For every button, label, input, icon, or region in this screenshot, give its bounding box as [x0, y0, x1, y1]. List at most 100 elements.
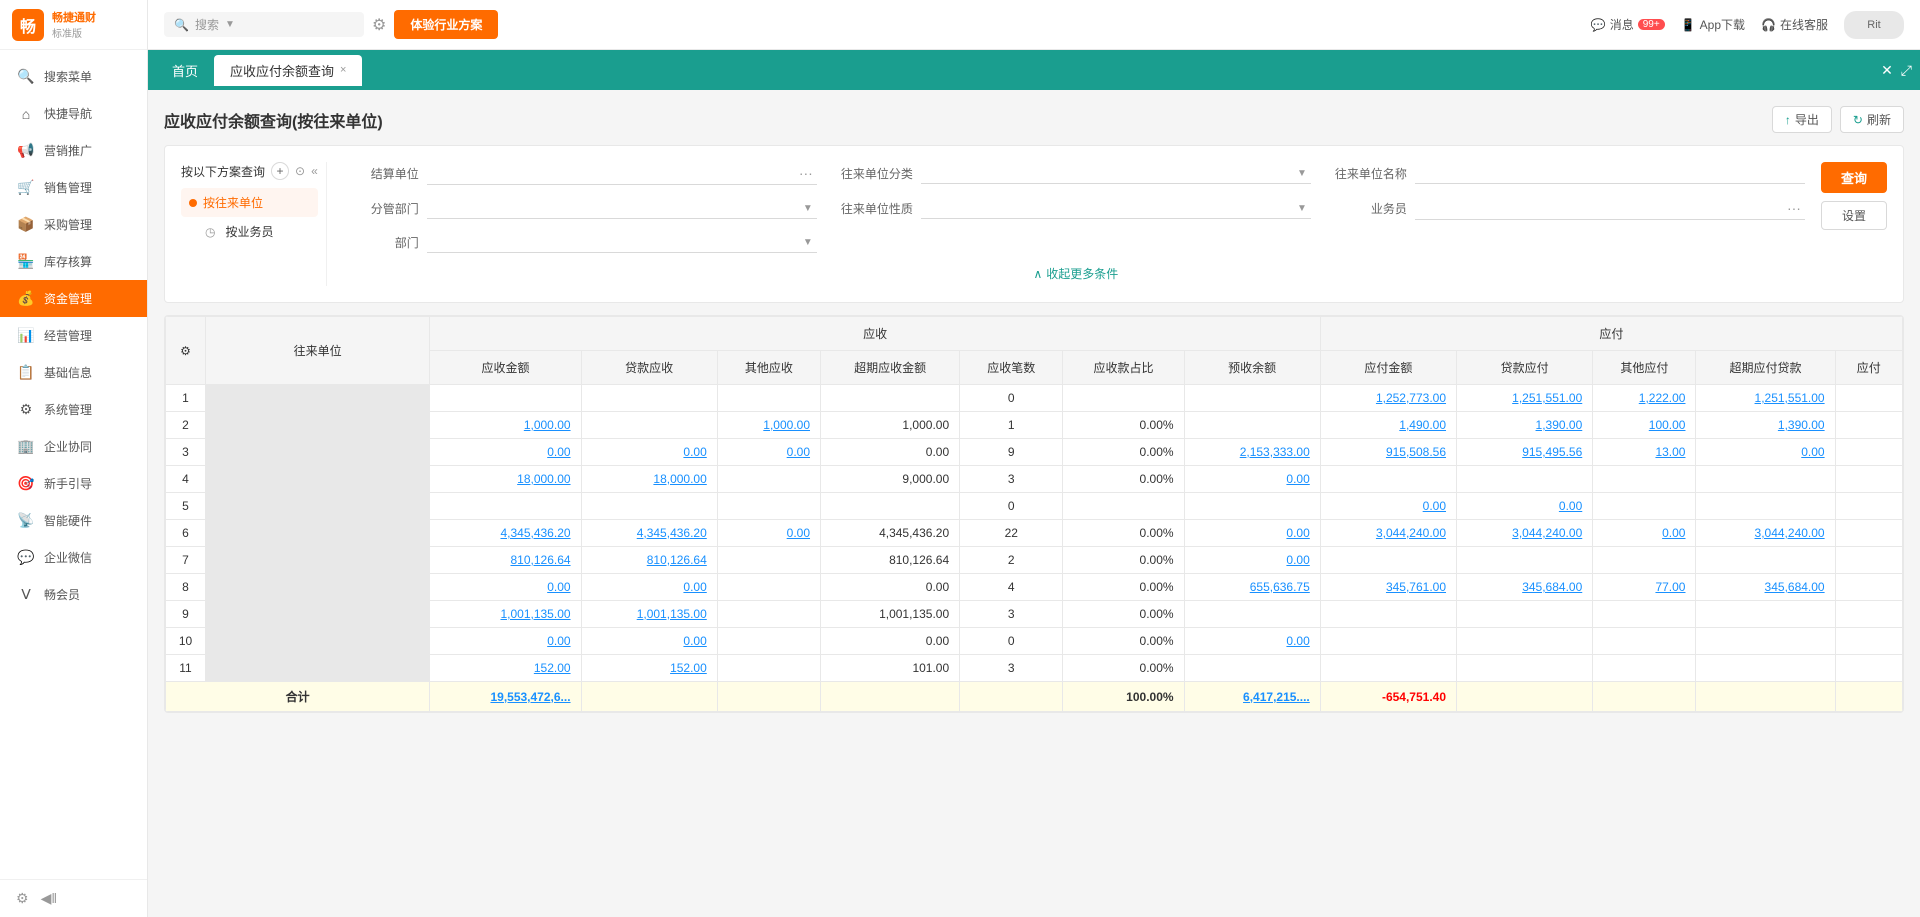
tab-home[interactable]: 首页 — [156, 55, 214, 86]
add-filter-button[interactable]: + — [271, 162, 289, 180]
filter-area-wrapper: 按以下方案查询 + ⊙ « 按往来单位 ◷ 按业务员 — [164, 145, 1904, 303]
settlement-unit-input[interactable] — [431, 166, 795, 180]
refresh-icon: ↻ — [1853, 113, 1863, 127]
sidebar-item-purchase[interactable]: 📦 采购管理 — [0, 206, 147, 243]
sidebar-item-label: 企业微信 — [44, 549, 92, 566]
app-download-item[interactable]: 📱 App下载 — [1681, 16, 1745, 33]
sidebar-item-inventory[interactable]: 🏪 库存核算 — [0, 243, 147, 280]
table-row: 418,000.0018,000.009,000.0030.00%0.00 — [166, 466, 1903, 493]
th-settings-gear[interactable]: ⚙ — [166, 317, 206, 385]
logo-text: 畅捷通财 标准版 — [52, 9, 96, 40]
settlement-unit-control: ··· — [427, 162, 817, 185]
partner-nature-input[interactable] — [925, 201, 1293, 215]
tab-current-label: 应收应付余额查询 — [230, 61, 334, 80]
footer-ar-prepaid[interactable]: 6,417,215.... — [1184, 682, 1320, 712]
settlement-unit-dots[interactable]: ··· — [799, 165, 813, 181]
collapse-more-button[interactable]: ∧ 收起更多条件 — [1025, 261, 1126, 286]
cell-partner — [206, 655, 430, 682]
app-download-label: App下载 — [1700, 16, 1745, 33]
dept-manage-arrow[interactable]: ▼ — [803, 203, 813, 214]
sidebar-item-hardware[interactable]: 📡 智能硬件 — [0, 502, 147, 539]
logo-icon: 畅 — [12, 9, 44, 41]
partner-name-field: 往来单位名称 — [1335, 162, 1805, 185]
chevron-down-icon: ▼ — [225, 19, 235, 30]
table-row: 100.000.000.0000.00%0.00 — [166, 628, 1903, 655]
header-settings-icon[interactable]: ⚙ — [372, 15, 386, 35]
partner-nature-arrow[interactable]: ▼ — [1297, 203, 1307, 214]
cell-partner — [206, 547, 430, 574]
purchase-icon: 📦 — [16, 216, 36, 233]
corp-icon: 🏢 — [16, 438, 36, 455]
sidebar-item-label: 基础信息 — [44, 364, 92, 381]
sidebar-item-label: 系统管理 — [44, 401, 92, 418]
cell-partner — [206, 439, 430, 466]
trial-button[interactable]: 体验行业方案 — [394, 10, 498, 39]
th-payable-group: 应付 — [1320, 317, 1902, 351]
cell-partner — [206, 412, 430, 439]
department-arrow[interactable]: ▼ — [803, 237, 813, 248]
window-expand-icon[interactable]: ⤢ — [1901, 62, 1912, 79]
header: 🔍 搜索 ▼ ⚙ 体验行业方案 💬 消息 99+ 📱 App下载 🎧 在线客服 … — [148, 0, 1920, 50]
online-service-item[interactable]: 🎧 在线客服 — [1761, 16, 1828, 33]
dept-manage-input[interactable] — [431, 201, 799, 215]
search-placeholder: 搜索 — [195, 16, 219, 33]
collapse-sidebar-icon[interactable]: ◀‖ — [41, 890, 58, 907]
header-search-area[interactable]: 🔍 搜索 ▼ — [164, 12, 364, 37]
department-input[interactable] — [431, 235, 799, 249]
tab-close-icon[interactable]: × — [340, 64, 346, 76]
hardware-icon: 📡 — [16, 512, 36, 529]
refresh-button[interactable]: ↻ 刷新 — [1840, 106, 1904, 133]
table-row: 64,345,436.204,345,436.200.004,345,436.2… — [166, 520, 1903, 547]
table-row: 21,000.001,000.001,000.0010.00%1,490.001… — [166, 412, 1903, 439]
th-ar-ratio: 应收款占比 — [1063, 351, 1184, 385]
partner-category-arrow[interactable]: ▼ — [1297, 168, 1307, 179]
tabs-right-actions: ✕ ⤢ — [1881, 62, 1912, 79]
settings-button[interactable]: 设置 — [1821, 201, 1887, 230]
salesman-dots[interactable]: ··· — [1787, 200, 1801, 216]
sidebar-item-finance[interactable]: 💰 资金管理 — [0, 280, 147, 317]
sidebar-item-search[interactable]: 🔍 搜索菜单 — [0, 58, 147, 95]
scheme-sidebar: 按以下方案查询 + ⊙ « 按往来单位 ◷ 按业务员 — [181, 162, 327, 286]
th-ar-prepaid: 预收余额 — [1184, 351, 1320, 385]
salesman-input[interactable] — [1419, 201, 1783, 215]
sidebar: 畅 畅捷通财 标准版 🔍 搜索菜单 ⌂ 快捷导航 📢 营销推广 🛒 销售管理 📦… — [0, 0, 148, 917]
sidebar-item-member[interactable]: Ⅴ 畅会员 — [0, 576, 147, 613]
sidebar-item-quicknav[interactable]: ⌂ 快捷导航 — [0, 95, 147, 132]
filter-title: 按以下方案查询 — [181, 163, 265, 180]
sidebar-item-wechat[interactable]: 💬 企业微信 — [0, 539, 147, 576]
logo-area: 畅 畅捷通财 标准版 — [0, 0, 147, 50]
wechat-icon: 💬 — [16, 549, 36, 566]
tab-current[interactable]: 应收应付余额查询 × — [214, 55, 362, 86]
footer-ar-overdue — [821, 682, 960, 712]
sidebar-item-label: 畅会员 — [44, 586, 80, 603]
sidebar-item-operation[interactable]: 📊 经营管理 — [0, 317, 147, 354]
scheme-item-partner[interactable]: 按往来单位 — [181, 188, 318, 217]
sidebar-item-guide[interactable]: 🎯 新手引导 — [0, 465, 147, 502]
scheme-item-salesman[interactable]: ◷ 按业务员 — [181, 217, 318, 246]
partner-name-input[interactable] — [1419, 166, 1801, 180]
export-button[interactable]: ↑ 导出 — [1772, 106, 1832, 133]
th-ap-other: 其他应付 — [1593, 351, 1696, 385]
partner-category-input[interactable] — [925, 166, 1293, 180]
sidebar-item-sales[interactable]: 🛒 销售管理 — [0, 169, 147, 206]
sidebar-item-marketing[interactable]: 📢 营销推广 — [0, 132, 147, 169]
sidebar-item-basic[interactable]: 📋 基础信息 — [0, 354, 147, 391]
user-avatar[interactable]: Rit — [1844, 11, 1904, 39]
query-button[interactable]: 查询 — [1821, 162, 1887, 193]
settings-footer-icon[interactable]: ⚙ — [16, 890, 29, 907]
window-close-icon[interactable]: ✕ — [1881, 62, 1893, 79]
basic-icon: 📋 — [16, 364, 36, 381]
edit-filter-icon[interactable]: ⊙ — [295, 164, 305, 178]
collapse-filter-icon[interactable]: « — [311, 164, 318, 178]
partner-nature-label: 往来单位性质 — [841, 200, 921, 217]
th-ap-overdue: 超期应付贷款 — [1696, 351, 1835, 385]
footer-ar-amount[interactable]: 19,553,472,6... — [430, 682, 581, 712]
search-icon: 🔍 — [174, 18, 189, 32]
table-row: 91,001,135.001,001,135.001,001,135.0030.… — [166, 601, 1903, 628]
page-actions: ↑ 导出 ↻ 刷新 — [1772, 106, 1904, 133]
settlement-unit-field: 结算单位 ··· — [347, 162, 817, 185]
notification-item[interactable]: 💬 消息 99+ — [1591, 16, 1665, 33]
sidebar-item-corp[interactable]: 🏢 企业协同 — [0, 428, 147, 465]
sidebar-item-system[interactable]: ⚙ 系统管理 — [0, 391, 147, 428]
notification-icon: 💬 — [1591, 18, 1606, 32]
